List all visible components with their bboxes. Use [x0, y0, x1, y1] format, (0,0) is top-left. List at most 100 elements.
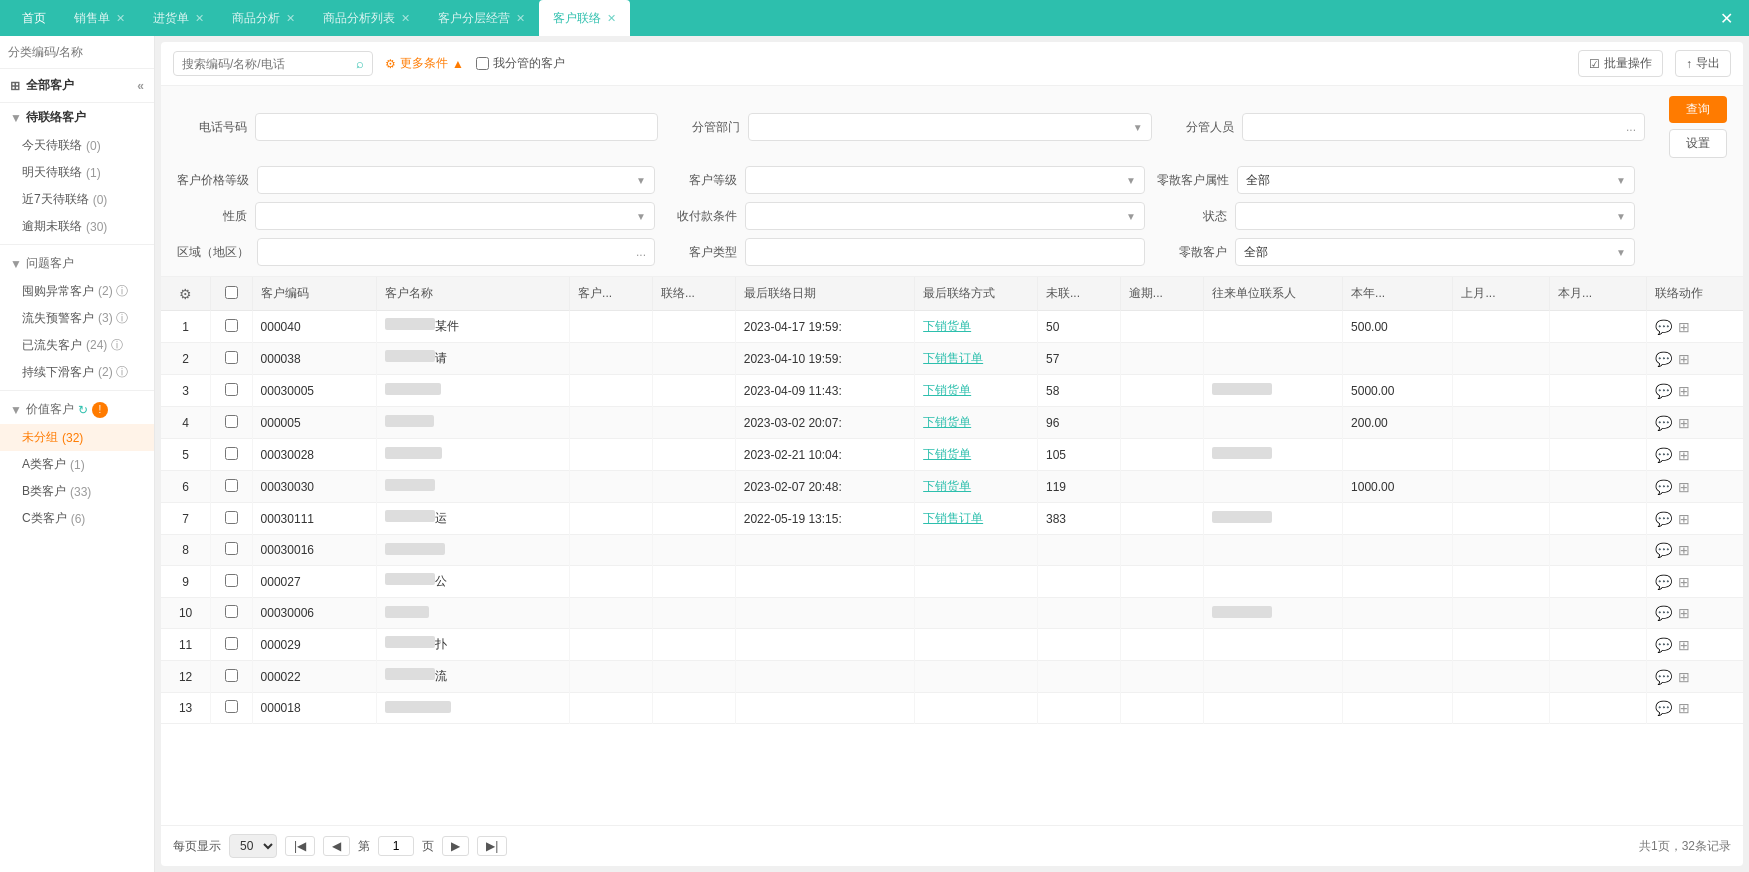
chat-icon[interactable]: 💬 [1655, 637, 1672, 653]
chat-icon[interactable]: 💬 [1655, 383, 1672, 399]
filter-more-conditions[interactable]: ⚙ 更多条件 ▲ [385, 55, 464, 72]
cell-check[interactable] [211, 535, 252, 566]
sidebar-item-today[interactable]: 今天待联络 (0) [0, 132, 154, 159]
sidebar-item-class-b[interactable]: B类客户 (33) [0, 478, 154, 505]
export-button[interactable]: ↑ 导出 [1675, 50, 1731, 77]
method-link[interactable]: 下销货单 [923, 383, 971, 397]
grid-action-icon[interactable]: ⊞ [1678, 415, 1690, 431]
tab-customer-contact[interactable]: 客户联络 ✕ [539, 0, 630, 36]
dept-input[interactable]: ▼ [748, 113, 1151, 141]
tab-product-list[interactable]: 商品分析列表 ✕ [309, 0, 424, 36]
cell-check[interactable] [211, 439, 252, 471]
region-input[interactable]: ... [257, 238, 655, 266]
grid-action-icon[interactable]: ⊞ [1678, 542, 1690, 558]
row-checkbox[interactable] [225, 319, 238, 332]
grid-action-icon[interactable]: ⊞ [1678, 669, 1690, 685]
row-checkbox[interactable] [225, 605, 238, 618]
tab-sales-close-icon[interactable]: ✕ [116, 12, 125, 25]
chat-icon[interactable]: 💬 [1655, 447, 1672, 463]
cell-check[interactable] [211, 629, 252, 661]
sidebar-search-input[interactable] [8, 45, 155, 59]
tab-sales-order[interactable]: 销售单 ✕ [60, 0, 139, 36]
cell-check[interactable] [211, 471, 252, 503]
first-page-button[interactable]: |◀ [285, 836, 315, 856]
batch-ops-button[interactable]: ☑ 批量操作 [1578, 50, 1663, 77]
tab-home[interactable]: 首页 [8, 0, 60, 36]
prev-page-button[interactable]: ◀ [323, 836, 350, 856]
cell-check[interactable] [211, 343, 252, 375]
row-checkbox[interactable] [225, 637, 238, 650]
property-input[interactable]: ▼ [255, 202, 655, 230]
method-link[interactable]: 下销货单 [923, 319, 971, 333]
cell-check[interactable] [211, 311, 252, 343]
grid-action-icon[interactable]: ⊞ [1678, 605, 1690, 621]
tab-product-analysis-close-icon[interactable]: ✕ [286, 12, 295, 25]
grid-action-icon[interactable]: ⊞ [1678, 319, 1690, 335]
method-link[interactable]: 下销货单 [923, 479, 971, 493]
sidebar-section-value[interactable]: ▼ 价值客户 ↻ ! [0, 395, 154, 424]
sidebar-item-tomorrow[interactable]: 明天待联络 (1) [0, 159, 154, 186]
sidebar-section-pending[interactable]: ▼ 待联络客户 [0, 103, 154, 132]
row-checkbox[interactable] [225, 700, 238, 713]
sidebar-item-lost[interactable]: 已流失客户 (24) ⓘ [0, 332, 154, 359]
th-settings[interactable]: ⚙ [161, 277, 211, 311]
method-link[interactable]: 下销售订单 [923, 511, 983, 525]
sidebar-item-7days[interactable]: 近7天待联络 (0) [0, 186, 154, 213]
method-link[interactable]: 下销售订单 [923, 351, 983, 365]
my-customers-checkbox[interactable]: 我分管的客户 [476, 55, 565, 72]
query-button[interactable]: 查询 [1669, 96, 1727, 123]
th-checkbox[interactable] [211, 277, 252, 311]
grid-action-icon[interactable]: ⊞ [1678, 351, 1690, 367]
retail-customer-input[interactable]: 全部 ▼ [1235, 238, 1635, 266]
tab-purchase-close-icon[interactable]: ✕ [195, 12, 204, 25]
filter-search-icon[interactable]: ⌕ [356, 56, 364, 71]
filter-search-input[interactable] [182, 57, 356, 71]
tab-customer-seg-close-icon[interactable]: ✕ [516, 12, 525, 25]
method-link[interactable]: 下销货单 [923, 415, 971, 429]
customer-level-input[interactable]: ▼ [745, 166, 1145, 194]
row-checkbox[interactable] [225, 383, 238, 396]
chat-icon[interactable]: 💬 [1655, 479, 1672, 495]
sidebar-item-class-c[interactable]: C类客户 (6) [0, 505, 154, 532]
reset-button[interactable]: 设置 [1669, 129, 1727, 158]
cell-check[interactable] [211, 566, 252, 598]
price-level-input[interactable]: ▼ [257, 166, 655, 194]
grid-action-icon[interactable]: ⊞ [1678, 574, 1690, 590]
retail-attr-input[interactable]: 全部 ▼ [1237, 166, 1635, 194]
phone-input[interactable] [255, 113, 658, 141]
cell-check[interactable] [211, 661, 252, 693]
tab-product-analysis[interactable]: 商品分析 ✕ [218, 0, 309, 36]
chat-icon[interactable]: 💬 [1655, 319, 1672, 335]
filter-search-box[interactable]: ⌕ [173, 51, 373, 76]
sidebar-all-customers[interactable]: ⊞ 全部客户 « [0, 69, 154, 103]
refresh-icon[interactable]: ↻ [78, 403, 88, 417]
select-all-checkbox[interactable] [225, 286, 238, 299]
grid-action-icon[interactable]: ⊞ [1678, 479, 1690, 495]
page-input[interactable] [378, 836, 414, 856]
row-checkbox[interactable] [225, 669, 238, 682]
last-page-button[interactable]: ▶| [477, 836, 507, 856]
tab-purchase-order[interactable]: 进货单 ✕ [139, 0, 218, 36]
row-checkbox[interactable] [225, 542, 238, 555]
method-link[interactable]: 下销货单 [923, 447, 971, 461]
chat-icon[interactable]: 💬 [1655, 700, 1672, 716]
cell-check[interactable] [211, 693, 252, 724]
staff-input[interactable]: ... [1242, 113, 1645, 141]
grid-action-icon[interactable]: ⊞ [1678, 511, 1690, 527]
sidebar-item-declining[interactable]: 持续下滑客户 (2) ⓘ [0, 359, 154, 386]
grid-action-icon[interactable]: ⊞ [1678, 700, 1690, 716]
grid-action-icon[interactable]: ⊞ [1678, 447, 1690, 463]
chat-icon[interactable]: 💬 [1655, 415, 1672, 431]
chat-icon[interactable]: 💬 [1655, 669, 1672, 685]
cell-check[interactable] [211, 407, 252, 439]
sidebar-item-churn-warning[interactable]: 流失预警客户 (3) ⓘ [0, 305, 154, 332]
sidebar-section-problem[interactable]: ▼ 问题客户 [0, 249, 154, 278]
status-input[interactable]: ▼ [1235, 202, 1635, 230]
sidebar-item-hoarding[interactable]: 囤购异常客户 (2) ⓘ [0, 278, 154, 305]
row-checkbox[interactable] [225, 574, 238, 587]
payment-input[interactable]: ▼ [745, 202, 1145, 230]
chat-icon[interactable]: 💬 [1655, 605, 1672, 621]
row-checkbox[interactable] [225, 415, 238, 428]
cell-check[interactable] [211, 598, 252, 629]
next-page-button[interactable]: ▶ [442, 836, 469, 856]
